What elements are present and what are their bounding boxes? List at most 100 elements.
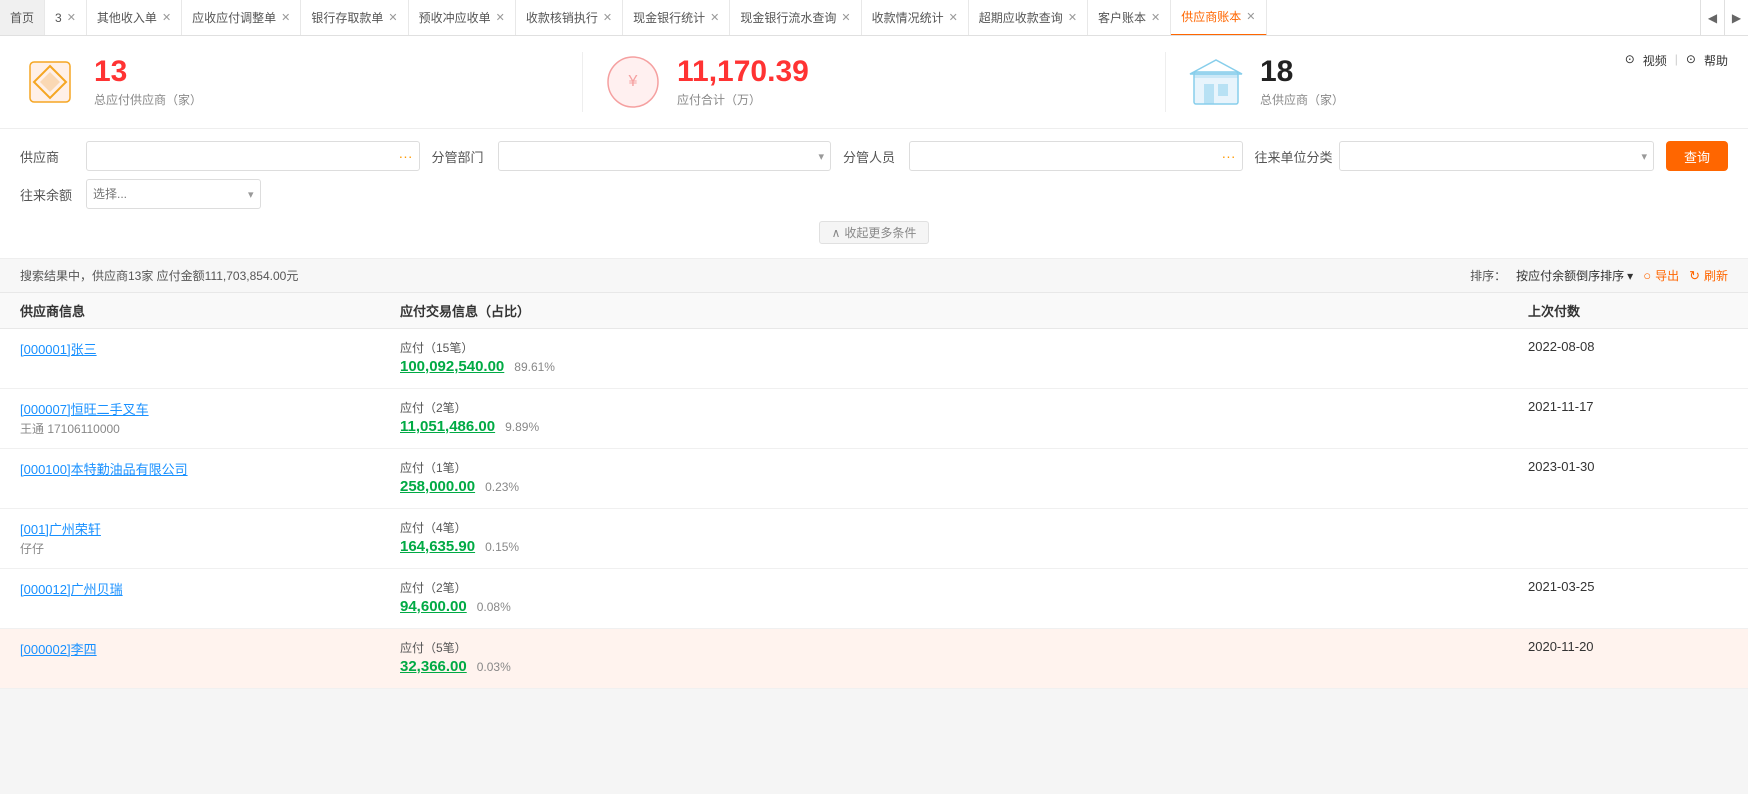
stat-amount-content: 11,170.39 应付合计（万） xyxy=(677,57,809,108)
chevron-down-icon-3[interactable]: ▾ xyxy=(248,188,254,201)
supplier-sub: 王通 17106110000 xyxy=(20,420,400,437)
supplier-cell: [001]广州荣轩 仔仔 xyxy=(20,519,400,557)
filter-row-2: 往来余额 ▾ xyxy=(20,179,1728,209)
close-icon[interactable]: ✕ xyxy=(162,11,171,24)
trans-percent: 9.89% xyxy=(505,420,539,434)
link-separator: | xyxy=(1675,52,1678,69)
trans-amount[interactable]: 258,000.00 xyxy=(400,478,475,495)
summary-text: 搜索结果中，供应商13家 应付金额111,703,854.00元 xyxy=(20,267,298,284)
dots-icon-2[interactable]: ··· xyxy=(1222,148,1236,164)
export-button[interactable]: ○ 导出 xyxy=(1643,267,1679,284)
stat-payable-suppliers: 13 总应付供应商（家） xyxy=(20,52,562,112)
chevron-down-icon[interactable]: ▾ xyxy=(818,150,824,163)
refresh-icon: ↻ xyxy=(1689,268,1700,284)
category-input[interactable] xyxy=(1346,149,1642,163)
header-lastpay: 上次付数 xyxy=(1528,301,1728,320)
summary-right: 排序： 按应付余额倒序排序 ▾ ○ 导出 ↻ 刷新 xyxy=(1470,267,1728,284)
person-input[interactable] xyxy=(916,149,1222,163)
tab-home[interactable]: 首页 xyxy=(0,0,45,36)
close-icon[interactable]: ✕ xyxy=(1068,11,1077,24)
trans-amount[interactable]: 164,635.90 xyxy=(400,538,475,555)
table-row: [001]广州荣轩 仔仔 应付（4笔） 164,635.90 0.15% xyxy=(0,509,1748,569)
close-icon[interactable]: ✕ xyxy=(496,11,505,24)
tab-cust-book[interactable]: 客户账本 ✕ xyxy=(1088,0,1171,36)
tab-cash-stat[interactable]: 现金银行统计 ✕ xyxy=(623,0,730,36)
tab-other-income[interactable]: 其他收入单 ✕ xyxy=(87,0,182,36)
balance-input[interactable] xyxy=(93,187,248,201)
collapse-button[interactable]: ∧ 收起更多条件 xyxy=(819,221,930,244)
supplier-input-wrap[interactable]: ··· xyxy=(86,141,420,171)
dept-input-wrap[interactable]: ▾ xyxy=(498,141,832,171)
trans-row: 258,000.00 0.23% xyxy=(400,478,1528,495)
help-link[interactable]: 帮助 xyxy=(1704,52,1728,69)
supplier-input[interactable] xyxy=(93,149,399,163)
trans-row: 100,092,540.00 89.61% xyxy=(400,358,1528,375)
close-icon[interactable]: ✕ xyxy=(841,11,850,24)
filter-category: 往来单位分类 ▾ xyxy=(1255,141,1655,171)
nav-right-arrow[interactable]: ▶ xyxy=(1724,0,1748,36)
close-icon[interactable]: ✕ xyxy=(603,11,612,24)
category-input-wrap[interactable]: ▾ xyxy=(1339,141,1654,171)
tab-cash-flow-label: 现金银行流水查询 xyxy=(740,9,836,26)
close-icon[interactable]: ✕ xyxy=(67,11,76,24)
close-icon[interactable]: ✕ xyxy=(710,11,719,24)
tab-supplier-book[interactable]: 供应商账本 ✕ xyxy=(1171,0,1266,36)
last-pay-date: 2021-11-17 xyxy=(1528,399,1594,414)
transaction-cell: 应付（4笔） 164,635.90 0.15% xyxy=(400,519,1528,555)
trans-row: 32,366.00 0.03% xyxy=(400,658,1528,675)
person-input-wrap[interactable]: ··· xyxy=(909,141,1243,171)
table-rows-container: [000001]张三 应付（15笔） 100,092,540.00 89.61%… xyxy=(0,329,1748,689)
sort-select[interactable]: 按应付余额倒序排序 ▾ xyxy=(1516,267,1633,284)
stat-amount-label: 应付合计（万） xyxy=(677,91,809,108)
tab-3[interactable]: 3 ✕ xyxy=(45,0,87,36)
trans-amount[interactable]: 32,366.00 xyxy=(400,658,467,675)
chevron-down-icon-2[interactable]: ▾ xyxy=(1641,150,1647,163)
supplier-link[interactable]: [001]广州荣轩 xyxy=(20,519,400,538)
collapse-bar: ∧ 收起更多条件 xyxy=(20,217,1728,250)
table-row: [000007]恒旺二手叉车 王通 17106110000 应付（2笔） 11,… xyxy=(0,389,1748,449)
supplier-link[interactable]: [000001]张三 xyxy=(20,339,400,358)
supplier-link[interactable]: [000002]李四 xyxy=(20,639,400,658)
close-icon[interactable]: ✕ xyxy=(281,11,290,24)
tab-adjust[interactable]: 应收应付调整单 ✕ xyxy=(182,0,301,36)
top-right-links: ⊙ 视频 | ⊙ 帮助 xyxy=(1625,52,1728,69)
last-pay-date: 2023-01-30 xyxy=(1528,459,1595,474)
diamond-icon xyxy=(20,52,80,112)
dept-label: 分管部门 xyxy=(432,147,492,166)
refresh-button[interactable]: ↻ 刷新 xyxy=(1689,267,1728,284)
tab-other-income-label: 其他收入单 xyxy=(97,9,157,26)
tab-overdue-label: 超期应收款查询 xyxy=(979,9,1063,26)
tab-verify[interactable]: 收款核销执行 ✕ xyxy=(516,0,623,36)
close-icon[interactable]: ✕ xyxy=(1246,10,1255,23)
supplier-link[interactable]: [000100]本特勤油品有限公司 xyxy=(20,459,400,478)
search-button[interactable]: 查询 xyxy=(1666,141,1728,171)
trans-amount[interactable]: 94,600.00 xyxy=(400,598,467,615)
transaction-cell: 应付（1笔） 258,000.00 0.23% xyxy=(400,459,1528,495)
trans-amount[interactable]: 11,051,486.00 xyxy=(400,418,495,435)
tab-prepay[interactable]: 预收冲应收单 ✕ xyxy=(409,0,516,36)
supplier-link[interactable]: [000007]恒旺二手叉车 xyxy=(20,399,400,418)
balance-input-wrap[interactable]: ▾ xyxy=(86,179,261,209)
close-icon[interactable]: ✕ xyxy=(388,11,397,24)
tab-overdue[interactable]: 超期应收款查询 ✕ xyxy=(969,0,1088,36)
stat-amount-number: 11,170.39 xyxy=(677,57,809,87)
nav-left-arrow[interactable]: ◀ xyxy=(1700,0,1724,36)
filter-section: 供应商 ··· 分管部门 ▾ 分管人员 ··· 往来单位分类 xyxy=(0,129,1748,259)
tab-verify-label: 收款核销执行 xyxy=(526,9,598,26)
tab-recv-stat[interactable]: 收款情况统计 ✕ xyxy=(862,0,969,36)
tab-bank[interactable]: 银行存取款单 ✕ xyxy=(301,0,408,36)
header-supplier: 供应商信息 xyxy=(20,301,400,320)
close-icon[interactable]: ✕ xyxy=(1151,11,1160,24)
tab-cash-flow[interactable]: 现金银行流水查询 ✕ xyxy=(730,0,861,36)
tab-cash-stat-label: 现金银行统计 xyxy=(633,9,705,26)
close-icon[interactable]: ✕ xyxy=(949,11,958,24)
video-link[interactable]: 视频 xyxy=(1643,52,1667,69)
tab-cust-book-label: 客户账本 xyxy=(1098,9,1146,26)
supplier-link[interactable]: [000012]广州贝瑞 xyxy=(20,579,400,598)
transaction-cell: 应付（5笔） 32,366.00 0.03% xyxy=(400,639,1528,675)
dept-input[interactable] xyxy=(505,149,819,163)
dots-icon[interactable]: ··· xyxy=(399,148,413,164)
trans-amount[interactable]: 100,092,540.00 xyxy=(400,358,504,375)
lastpay-cell: 2023-01-30 xyxy=(1528,459,1728,474)
last-pay-date: 2020-11-20 xyxy=(1528,639,1594,654)
